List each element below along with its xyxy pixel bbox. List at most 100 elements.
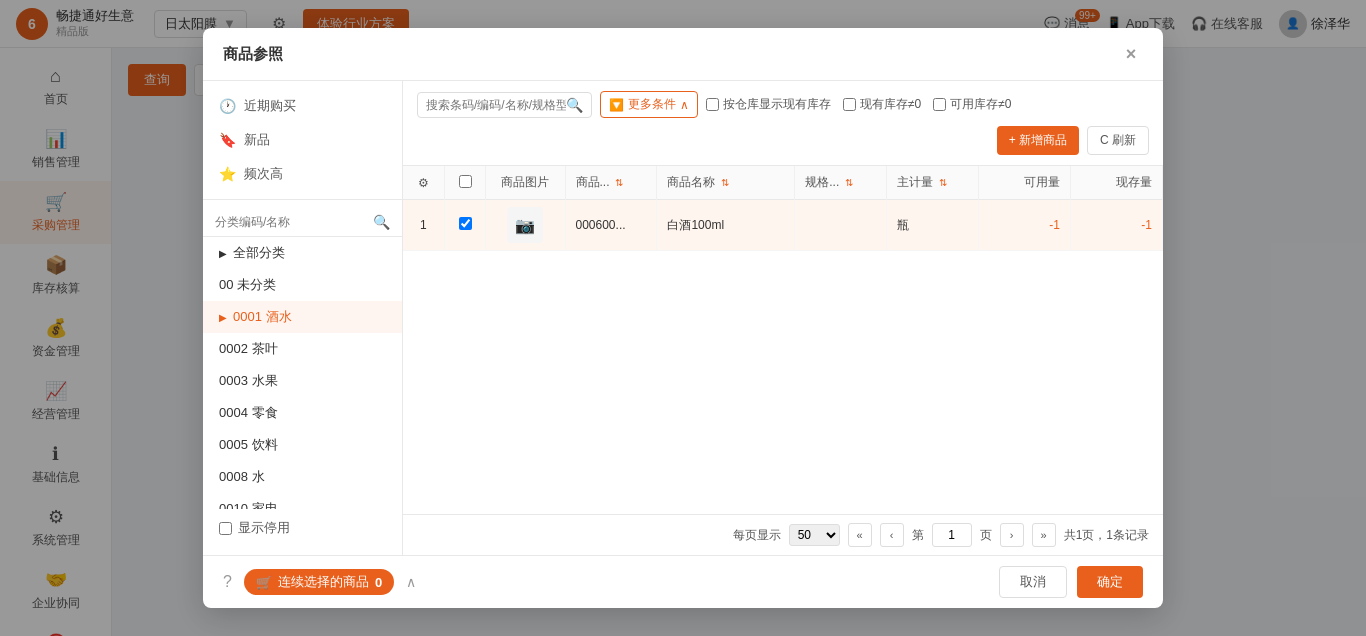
- th-avail: 可用量: [979, 166, 1071, 200]
- product-search-icon[interactable]: 🔍: [566, 97, 583, 113]
- row-unit: 瓶: [887, 200, 979, 251]
- new-icon: 🔖: [219, 132, 236, 148]
- category-unclassified[interactable]: 00 未分类: [203, 269, 402, 301]
- category-unclassified-label: 00 未分类: [219, 276, 276, 294]
- footer-buttons: 取消 确定: [999, 566, 1143, 598]
- category-all-label: 全部分类: [233, 244, 285, 262]
- category-alcohol-label: 0001 酒水: [233, 308, 292, 326]
- product-search-box: 🔍: [417, 92, 592, 118]
- row-settings: 1: [403, 200, 444, 251]
- category-list: 全部分类 00 未分类 0001 酒水 0002 茶叶 0003 水果: [203, 237, 402, 509]
- show-disabled-label[interactable]: 显示停用: [238, 519, 290, 537]
- prev-page-button[interactable]: ‹: [880, 523, 904, 547]
- modal-header: 商品参照 ×: [203, 28, 1163, 81]
- product-table: ⚙ 商品图片 商品... ⇅ 商品名称 ⇅: [403, 166, 1163, 251]
- th-image: 商品图片: [486, 166, 565, 200]
- row-name: 白酒100ml: [657, 200, 795, 251]
- th-unit[interactable]: 主计量 ⇅: [887, 166, 979, 200]
- modal-title: 商品参照: [223, 45, 283, 64]
- modal-left-panel: 🕐 近期购买 🔖 新品 ⭐ 频次高 🔍: [203, 81, 403, 555]
- cancel-button[interactable]: 取消: [999, 566, 1067, 598]
- row-stock: -1: [1071, 200, 1163, 251]
- sort-code-icon: ⇅: [615, 177, 623, 188]
- category-water[interactable]: 0008 水: [203, 461, 402, 493]
- category-snack[interactable]: 0004 零食: [203, 397, 402, 429]
- row-spec: [795, 200, 887, 251]
- first-page-button[interactable]: «: [848, 523, 872, 547]
- product-search-input[interactable]: [426, 98, 566, 112]
- modal-toolbar: 🔍 🔽 更多条件 ∧ 按仓库显示现有库存: [403, 81, 1163, 166]
- row-avail: -1: [979, 200, 1071, 251]
- last-page-button[interactable]: »: [1032, 523, 1056, 547]
- per-page-label: 每页显示: [733, 527, 781, 544]
- category-beverage[interactable]: 0005 饮料: [203, 429, 402, 461]
- th-name[interactable]: 商品名称 ⇅: [657, 166, 795, 200]
- filter-icon: 🔽: [609, 98, 624, 112]
- category-snack-label: 0004 零食: [219, 404, 278, 422]
- frequent-label: 频次高: [244, 165, 283, 183]
- show-disabled: 显示停用: [203, 509, 402, 547]
- category-fruit-label: 0003 水果: [219, 372, 278, 390]
- next-page-button[interactable]: ›: [1000, 523, 1024, 547]
- th-spec[interactable]: 规格... ⇅: [795, 166, 887, 200]
- by-warehouse-checkbox[interactable]: [706, 98, 719, 111]
- th-checkbox[interactable]: [444, 166, 485, 200]
- quick-access-tabs: 🕐 近期购买 🔖 新品 ⭐ 频次高: [203, 89, 402, 191]
- chevron-up-icon: ∧: [680, 98, 689, 112]
- new-product-tab[interactable]: 🔖 新品: [203, 123, 402, 157]
- filter-checkboxes: 按仓库显示现有库存 现有库存≠0 可用库存≠0: [706, 96, 1012, 113]
- th-code[interactable]: 商品... ⇅: [565, 166, 657, 200]
- category-alcohol[interactable]: 0001 酒水: [203, 301, 402, 333]
- cart-count: 0: [375, 575, 382, 590]
- refresh-button[interactable]: C 刷新: [1087, 126, 1149, 155]
- cart-icon: 🛒: [256, 575, 272, 590]
- category-water-label: 0008 水: [219, 468, 265, 486]
- select-all-checkbox[interactable]: [459, 175, 472, 188]
- category-search-icon[interactable]: 🔍: [373, 214, 390, 230]
- stock-nonzero-checkbox-label[interactable]: 现有库存≠0: [843, 96, 921, 113]
- table-header-row: ⚙ 商品图片 商品... ⇅ 商品名称 ⇅: [403, 166, 1163, 200]
- total-info: 共1页，1条记录: [1064, 527, 1149, 544]
- pagination: 每页显示 50 100 200 « ‹ 第 页 › » 共1页，1条记录: [403, 514, 1163, 555]
- modal-right-panel: 🔍 🔽 更多条件 ∧ 按仓库显示现有库存: [403, 81, 1163, 555]
- recent-purchase-tab[interactable]: 🕐 近期购买: [203, 89, 402, 123]
- per-page-select[interactable]: 50 100 200: [789, 524, 840, 546]
- category-all[interactable]: 全部分类: [203, 237, 402, 269]
- th-settings[interactable]: ⚙: [403, 166, 444, 200]
- modal-overlay: 商品参照 × 🕐 近期购买 🔖 新品 ⭐: [0, 0, 1366, 636]
- more-filter-button[interactable]: 🔽 更多条件 ∧: [600, 91, 698, 118]
- collapse-icon[interactable]: ∧: [406, 574, 416, 590]
- page-suffix: 页: [980, 527, 992, 544]
- category-search-input[interactable]: [215, 215, 373, 229]
- recent-purchase-label: 近期购买: [244, 97, 296, 115]
- category-fruit[interactable]: 0003 水果: [203, 365, 402, 397]
- modal-body: 🕐 近期购买 🔖 新品 ⭐ 频次高 🔍: [203, 81, 1163, 555]
- toolbar-right: + 新增商品 C 刷新: [997, 126, 1149, 155]
- page-label: 第: [912, 527, 924, 544]
- product-image-placeholder: 📷: [507, 207, 543, 243]
- frequent-tab[interactable]: ⭐ 频次高: [203, 157, 402, 191]
- sort-name-icon: ⇅: [721, 177, 729, 188]
- modal-footer: ? 🛒 连续选择的商品 0 ∧ 取消 确定: [203, 555, 1163, 608]
- help-icon[interactable]: ?: [223, 573, 232, 591]
- category-appliance[interactable]: 0010 家电: [203, 493, 402, 509]
- row-checkbox-cell[interactable]: [444, 200, 485, 251]
- avail-nonzero-checkbox[interactable]: [933, 98, 946, 111]
- left-divider: [203, 199, 402, 200]
- new-product-label: 新品: [244, 131, 270, 149]
- product-table-container: ⚙ 商品图片 商品... ⇅ 商品名称 ⇅: [403, 166, 1163, 514]
- avail-nonzero-checkbox-label[interactable]: 可用库存≠0: [933, 96, 1011, 113]
- cart-badge[interactable]: 🛒 连续选择的商品 0: [244, 569, 394, 595]
- modal-close-button[interactable]: ×: [1119, 42, 1143, 66]
- stock-nonzero-checkbox[interactable]: [843, 98, 856, 111]
- row-checkbox[interactable]: [459, 217, 472, 230]
- by-warehouse-checkbox-label[interactable]: 按仓库显示现有库存: [706, 96, 831, 113]
- show-disabled-checkbox[interactable]: [219, 522, 232, 535]
- page-number-input[interactable]: [932, 523, 972, 547]
- add-product-button[interactable]: + 新增商品: [997, 126, 1079, 155]
- category-tea[interactable]: 0002 茶叶: [203, 333, 402, 365]
- table-row[interactable]: 1 📷 000600... 白酒100ml: [403, 200, 1163, 251]
- th-stock: 现存量: [1071, 166, 1163, 200]
- confirm-button[interactable]: 确定: [1077, 566, 1143, 598]
- category-tea-label: 0002 茶叶: [219, 340, 278, 358]
